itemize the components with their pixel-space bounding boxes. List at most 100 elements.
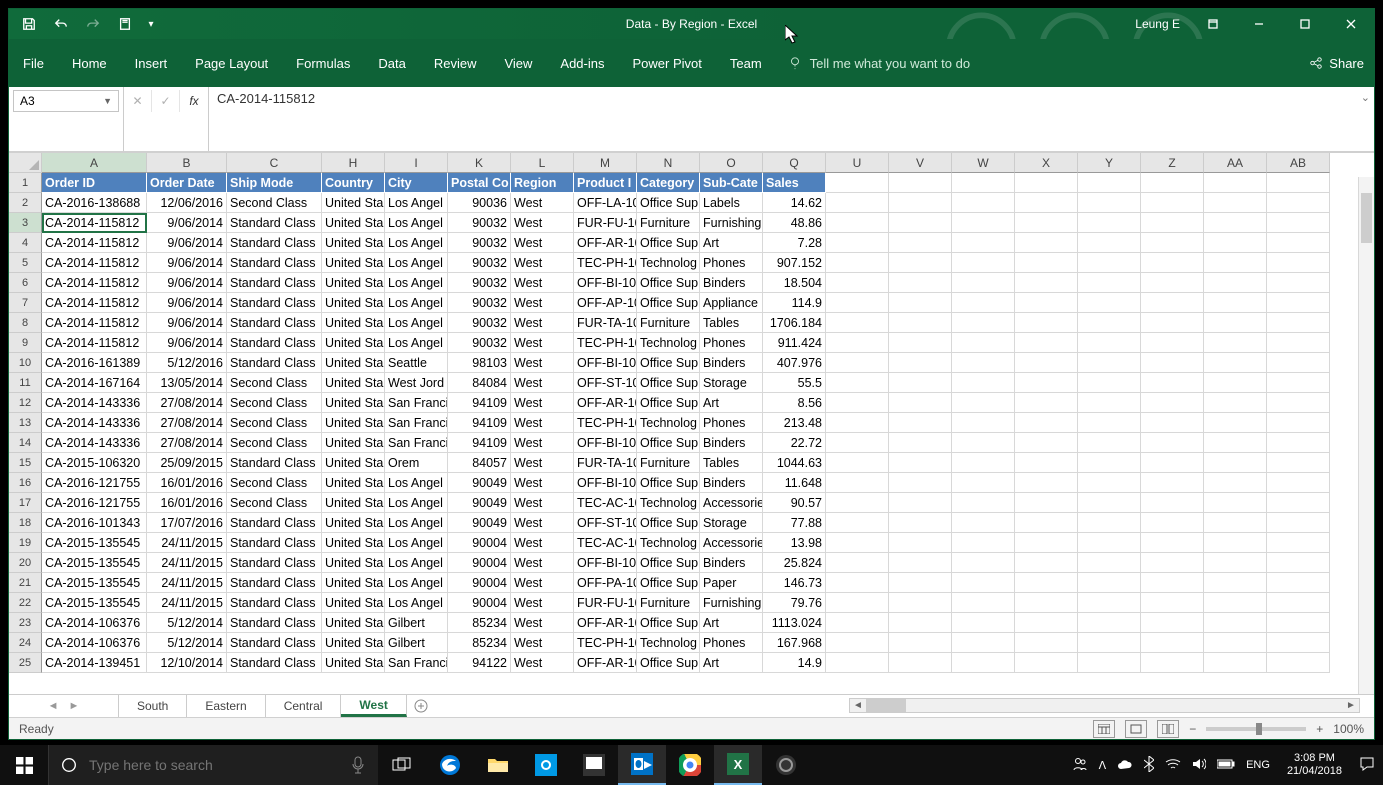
- cell[interactable]: [1204, 313, 1267, 333]
- cell[interactable]: 24/11/2015: [147, 573, 227, 593]
- cell[interactable]: 90032: [448, 253, 511, 273]
- cell[interactable]: Los Angel: [385, 313, 448, 333]
- cell[interactable]: [1015, 453, 1078, 473]
- row-header[interactable]: 2: [9, 193, 42, 213]
- close-button[interactable]: [1328, 9, 1374, 39]
- cell[interactable]: Phones: [700, 413, 763, 433]
- cell[interactable]: [1078, 233, 1141, 253]
- cell[interactable]: Furniture: [637, 453, 700, 473]
- cell[interactable]: [826, 633, 889, 653]
- cell[interactable]: [889, 433, 952, 453]
- cell[interactable]: United Sta: [322, 513, 385, 533]
- cell[interactable]: OFF-BI-10: [574, 273, 637, 293]
- cell[interactable]: [826, 293, 889, 313]
- cell[interactable]: Technolog: [637, 333, 700, 353]
- cell[interactable]: CA-2014-115812: [42, 213, 147, 233]
- cell[interactable]: [826, 653, 889, 673]
- cell[interactable]: Furniture: [637, 593, 700, 613]
- cell[interactable]: [1267, 613, 1330, 633]
- ribbon-tab-add-ins[interactable]: Add-ins: [546, 39, 618, 87]
- cell[interactable]: 90032: [448, 293, 511, 313]
- row-header[interactable]: 20: [9, 553, 42, 573]
- cell[interactable]: 24/11/2015: [147, 553, 227, 573]
- cell[interactable]: 90032: [448, 273, 511, 293]
- cell[interactable]: 9/06/2014: [147, 253, 227, 273]
- cell[interactable]: [1267, 293, 1330, 313]
- minimize-button[interactable]: [1236, 9, 1282, 39]
- cell[interactable]: West: [511, 393, 574, 413]
- cell[interactable]: [826, 573, 889, 593]
- cell[interactable]: CA-2015-135545: [42, 593, 147, 613]
- cell[interactable]: [1078, 353, 1141, 373]
- cell[interactable]: [1015, 533, 1078, 553]
- cell[interactable]: [889, 193, 952, 213]
- ribbon-tab-file[interactable]: File: [9, 39, 58, 87]
- cell[interactable]: Tables: [700, 453, 763, 473]
- cell[interactable]: West: [511, 313, 574, 333]
- row-header[interactable]: 23: [9, 613, 42, 633]
- row-header[interactable]: 10: [9, 353, 42, 373]
- cell[interactable]: [1267, 453, 1330, 473]
- cell[interactable]: 48.86: [763, 213, 826, 233]
- row-header[interactable]: 3: [9, 213, 42, 233]
- cell[interactable]: 77.88: [763, 513, 826, 533]
- cell[interactable]: Los Angel: [385, 233, 448, 253]
- cell[interactable]: Los Angel: [385, 533, 448, 553]
- cell[interactable]: [826, 613, 889, 633]
- cell[interactable]: Office Sup: [637, 613, 700, 633]
- cell[interactable]: [1078, 433, 1141, 453]
- cell[interactable]: [1015, 653, 1078, 673]
- outlook-icon[interactable]: [618, 745, 666, 785]
- cell[interactable]: [1141, 473, 1204, 493]
- cell[interactable]: [952, 273, 1015, 293]
- wifi-icon[interactable]: [1165, 758, 1181, 773]
- cell[interactable]: [1078, 293, 1141, 313]
- start-button[interactable]: [0, 745, 48, 785]
- cell[interactable]: Standard Class: [227, 593, 322, 613]
- cell[interactable]: Gilbert: [385, 633, 448, 653]
- cell[interactable]: Ship Mode: [227, 173, 322, 193]
- cell[interactable]: [1141, 433, 1204, 453]
- cell[interactable]: [952, 313, 1015, 333]
- cell[interactable]: [889, 213, 952, 233]
- row-header[interactable]: 11: [9, 373, 42, 393]
- cell[interactable]: West: [511, 593, 574, 613]
- cell[interactable]: Gilbert: [385, 613, 448, 633]
- cell[interactable]: CA-2014-143336: [42, 393, 147, 413]
- cell[interactable]: West: [511, 613, 574, 633]
- cell[interactable]: [1078, 173, 1141, 193]
- redo-button[interactable]: [79, 12, 107, 36]
- cell[interactable]: Art: [700, 653, 763, 673]
- formula-bar-expand-icon[interactable]: ⌄: [1361, 91, 1370, 104]
- row-header[interactable]: 8: [9, 313, 42, 333]
- cell[interactable]: West: [511, 213, 574, 233]
- cell[interactable]: TEC-AC-10: [574, 533, 637, 553]
- cell[interactable]: [1204, 293, 1267, 313]
- name-box[interactable]: A3 ▼: [13, 90, 119, 112]
- cell[interactable]: United Sta: [322, 233, 385, 253]
- cell[interactable]: [1204, 373, 1267, 393]
- cell[interactable]: [1204, 493, 1267, 513]
- cell[interactable]: Standard Class: [227, 233, 322, 253]
- cell[interactable]: TEC-PH-10: [574, 633, 637, 653]
- sheet-nav[interactable]: ◄ ►: [9, 695, 119, 717]
- cell[interactable]: United Sta: [322, 213, 385, 233]
- cell[interactable]: Standard Class: [227, 573, 322, 593]
- zoom-out-button[interactable]: −: [1189, 722, 1196, 736]
- cell[interactable]: Art: [700, 233, 763, 253]
- cell[interactable]: [952, 193, 1015, 213]
- cell[interactable]: Office Sup: [637, 393, 700, 413]
- cell[interactable]: Standard Class: [227, 653, 322, 673]
- cell[interactable]: [952, 593, 1015, 613]
- cell[interactable]: [1267, 573, 1330, 593]
- cell[interactable]: [952, 493, 1015, 513]
- cell[interactable]: Office Sup: [637, 353, 700, 373]
- cell[interactable]: [889, 593, 952, 613]
- cell[interactable]: [1015, 173, 1078, 193]
- cell[interactable]: [1204, 353, 1267, 373]
- row-header[interactable]: 22: [9, 593, 42, 613]
- cell[interactable]: [952, 433, 1015, 453]
- cell[interactable]: [1141, 213, 1204, 233]
- cell[interactable]: United Sta: [322, 453, 385, 473]
- column-header[interactable]: M: [574, 153, 637, 173]
